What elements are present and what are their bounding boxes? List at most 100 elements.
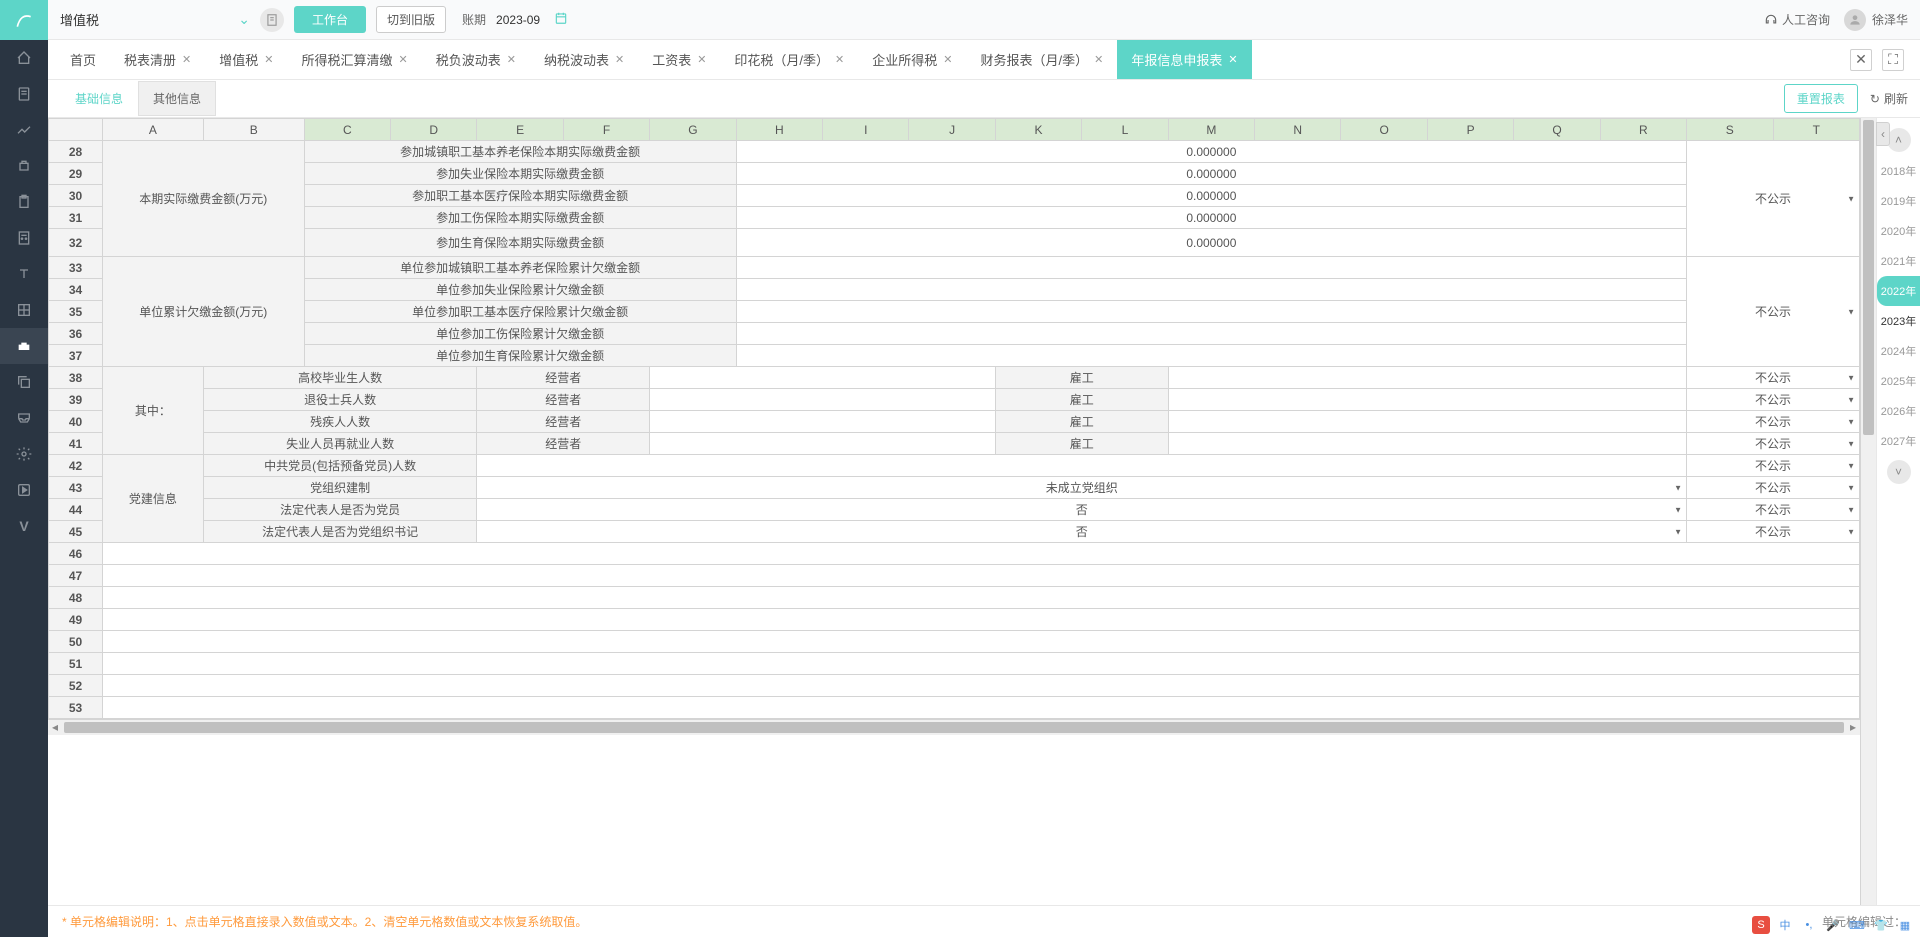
cell[interactable]: 单位参加职工基本医疗保险累计欠缴金额 [304,301,736,323]
nav-text-icon[interactable] [0,256,48,292]
cell[interactable] [736,279,1686,301]
cell[interactable]: 0.000000 [736,141,1686,163]
cell[interactable] [1168,389,1686,411]
close-icon[interactable]: ✕ [615,53,624,66]
cell-dropdown[interactable]: 不公示 [1687,389,1860,411]
cell[interactable]: 参加失业保险本期实际缴费金额 [304,163,736,185]
nav-v-icon[interactable]: V [0,508,48,544]
nav-inbox-icon[interactable] [0,400,48,436]
support-link[interactable]: 人工咨询 [1764,11,1830,28]
tab-income-settle[interactable]: 所得税汇算清缴✕ [287,40,421,80]
tab-salary[interactable]: 工资表✕ [638,40,720,80]
close-icon[interactable]: ✕ [1094,53,1103,66]
cell[interactable]: 雇工 [995,367,1168,389]
close-icon[interactable]: ✕ [835,53,844,66]
col-header[interactable]: P [1427,119,1513,141]
col-header[interactable]: S [1687,119,1773,141]
ime-lang-icon[interactable]: 中 [1776,916,1794,934]
row-header[interactable]: 40 [49,411,103,433]
nav-play-icon[interactable] [0,472,48,508]
cell-dropdown[interactable]: 未成立党组织 [477,477,1687,499]
row-header[interactable]: 51 [49,653,103,675]
row-header[interactable]: 35 [49,301,103,323]
row-header[interactable]: 39 [49,389,103,411]
row-header[interactable]: 42 [49,455,103,477]
cell[interactable] [736,345,1686,367]
nav-calc-icon[interactable] [0,220,48,256]
cell-dropdown[interactable]: 不公示 [1687,257,1860,367]
period-value[interactable]: 2023-09 [496,13,540,27]
col-header[interactable]: L [1082,119,1168,141]
col-header[interactable]: M [1168,119,1254,141]
tab-annual-report[interactable]: 年报信息申报表✕ [1117,40,1251,80]
ime-keyboard-icon[interactable]: ⌨ [1848,916,1866,934]
cell[interactable] [736,301,1686,323]
row-header[interactable]: 46 [49,543,103,565]
cell[interactable] [103,609,1860,631]
cell[interactable]: 残疾人人数 [203,411,477,433]
close-icon[interactable]: ✕ [182,53,191,66]
ime-toolbox-icon[interactable]: ▦ [1896,916,1914,934]
cell[interactable]: 0.000000 [736,185,1686,207]
year-down-button[interactable]: ˅ [1887,460,1911,484]
year-item[interactable]: 2024年 [1877,336,1920,366]
cell[interactable]: 经营者 [477,367,650,389]
cell[interactable]: 单位累计欠缴金额(万元) [103,257,305,367]
col-header[interactable]: N [1255,119,1341,141]
cell[interactable] [103,675,1860,697]
cell[interactable] [1168,367,1686,389]
close-icon[interactable]: ✕ [697,53,706,66]
cell[interactable]: 退役士兵人数 [203,389,477,411]
cell-dropdown[interactable]: 不公示 [1687,477,1860,499]
switch-old-button[interactable]: 切到旧版 [376,6,446,33]
sheet-corner[interactable] [49,119,103,141]
col-header[interactable]: K [995,119,1081,141]
cell-dropdown[interactable]: 否 [477,499,1687,521]
cell[interactable] [103,631,1860,653]
row-header[interactable]: 48 [49,587,103,609]
ime-toolbar[interactable]: S 中 •, 🎤 ⌨ 👕 ▦ [1752,916,1914,934]
cell[interactable]: 失业人员再就业人数 [203,433,477,455]
cell[interactable]: 高校毕业生人数 [203,367,477,389]
cell[interactable] [736,323,1686,345]
nav-grid-icon[interactable] [0,292,48,328]
cell-dropdown[interactable]: 不公示 [1687,367,1860,389]
tab-tax-list[interactable]: 税表清册✕ [110,40,205,80]
ime-logo-icon[interactable]: S [1752,916,1770,934]
col-header[interactable]: B [203,119,304,141]
nav-clipboard-icon[interactable] [0,184,48,220]
close-icon[interactable]: ✕ [1228,53,1237,66]
col-header[interactable]: I [823,119,909,141]
year-item[interactable]: 2027年 [1877,426,1920,456]
cell[interactable]: 中共党员(包括预备党员)人数 [203,455,477,477]
cell[interactable]: 参加工伤保险本期实际缴费金额 [304,207,736,229]
col-header[interactable]: H [736,119,822,141]
refresh-button[interactable]: ↻ 刷新 [1870,90,1908,107]
row-header[interactable]: 52 [49,675,103,697]
tab-home[interactable]: 首页 [56,40,110,80]
row-header[interactable]: 28 [49,141,103,163]
nav-money-icon[interactable] [0,148,48,184]
cell[interactable] [650,411,996,433]
cell[interactable] [103,653,1860,675]
nav-settings-icon[interactable] [0,436,48,472]
col-header[interactable]: C [304,119,390,141]
vertical-scrollbar[interactable] [1860,118,1876,905]
row-header[interactable]: 50 [49,631,103,653]
year-item[interactable]: 2018年 [1877,156,1920,186]
ime-mic-icon[interactable]: 🎤 [1824,916,1842,934]
row-header[interactable]: 37 [49,345,103,367]
cell[interactable]: 本期实际缴费金额(万元) [103,141,305,257]
ime-skin-icon[interactable]: 👕 [1872,916,1890,934]
nav-home-icon[interactable] [0,40,48,76]
expand-tabs-button[interactable]: ⛶ [1882,49,1904,71]
cell-dropdown[interactable]: 不公示 [1687,433,1860,455]
tab-tax-fluct[interactable]: 税负波动表✕ [422,40,530,80]
row-header[interactable]: 44 [49,499,103,521]
cell[interactable]: 其中： [103,367,204,455]
col-header[interactable]: J [909,119,995,141]
cell[interactable] [103,543,1860,565]
calendar-icon[interactable] [554,11,568,28]
cell[interactable] [1168,433,1686,455]
cell[interactable]: 经营者 [477,389,650,411]
